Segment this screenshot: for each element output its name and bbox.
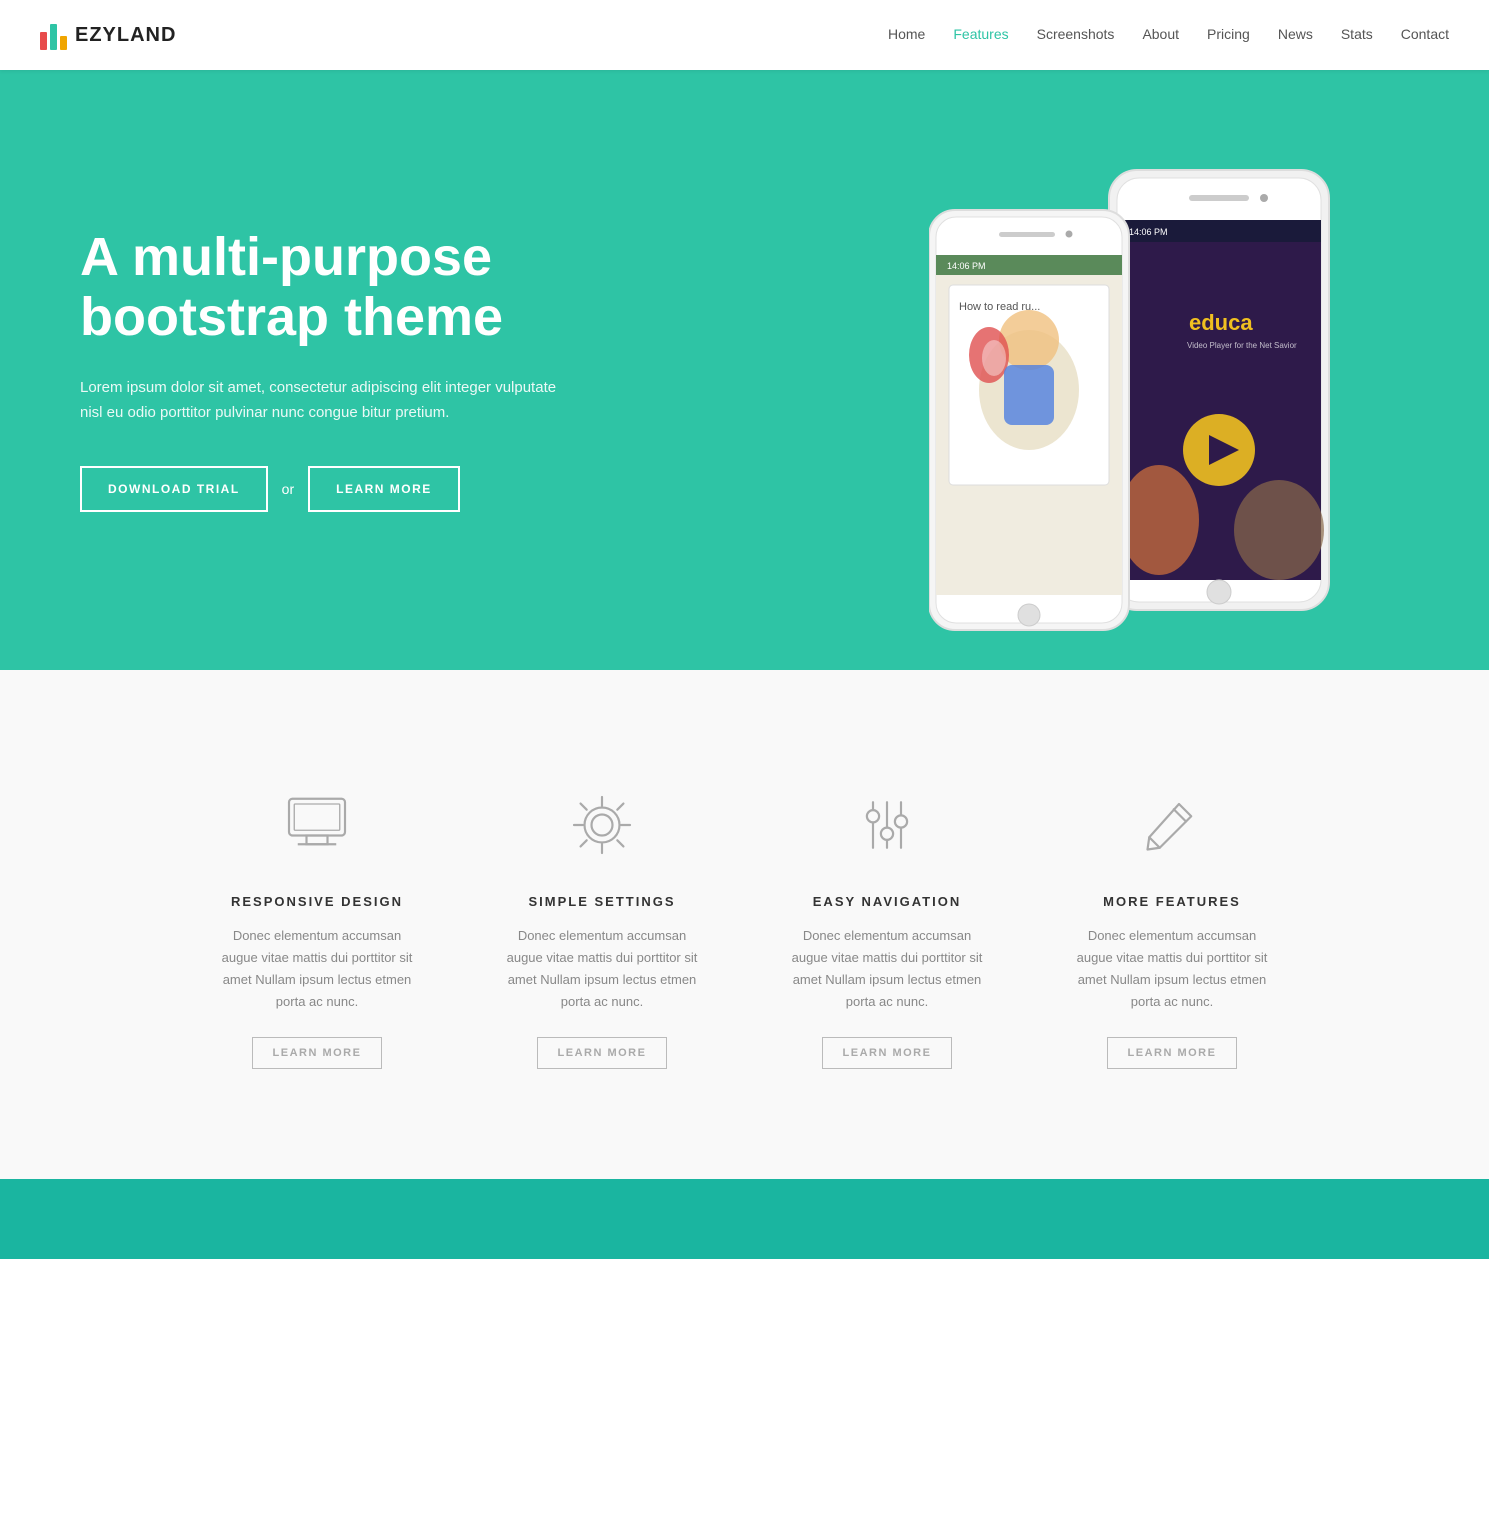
feature-card-more: MORE FEATURES Donec elementum accumsan a… [1050,760,1295,1089]
teal-bottom-strip [0,1179,1489,1259]
features-section: RESPONSIVE DESIGN Donec elementum accums… [0,670,1489,1179]
nav-link-features[interactable]: Features [953,26,1008,42]
feature-desc-navigation: Donec elementum accumsan augue vitae mat… [785,925,990,1013]
logo-bar-1 [40,32,47,50]
nav-item-screenshots[interactable]: Screenshots [1037,26,1115,44]
hero-title: A multi-purpose bootstrap theme [80,228,560,347]
nav-link-contact[interactable]: Contact [1401,26,1449,42]
svg-text:14:06 PM: 14:06 PM [947,261,986,271]
nav-link-pricing[interactable]: Pricing [1207,26,1250,42]
download-trial-button[interactable]: DOWNLOAD TRIAL [80,466,268,512]
monitor-icon [215,780,420,870]
nav-link-news[interactable]: News [1278,26,1313,42]
nav-link-stats[interactable]: Stats [1341,26,1373,42]
nav-link-about[interactable]: About [1142,26,1179,42]
nav-item-contact[interactable]: Contact [1401,26,1449,44]
feature-card-navigation: EASY NAVIGATION Donec elementum accumsan… [765,760,1010,1089]
learn-more-settings-button[interactable]: LEARN MORE [537,1037,668,1069]
nav-link-home[interactable]: Home [888,26,925,42]
nav-item-features[interactable]: Features [953,26,1008,44]
hero-or-text: or [282,481,294,497]
feature-card-settings: SIMPLE SETTINGS Donec elementum accumsan… [480,760,725,1089]
brand: EZYLAND [40,20,176,50]
feature-card-responsive: RESPONSIVE DESIGN Donec elementum accums… [195,760,440,1089]
feature-desc-responsive: Donec elementum accumsan augue vitae mat… [215,925,420,1013]
logo-bar-2 [50,24,57,50]
hero-buttons: DOWNLOAD TRIAL or LEARN MORE [80,466,560,512]
feature-title-more: MORE FEATURES [1070,894,1275,909]
brand-name: EZYLAND [75,24,176,47]
navbar: EZYLAND Home Features Screenshots About … [0,0,1489,70]
feature-desc-more: Donec elementum accumsan augue vitae mat… [1070,925,1275,1013]
svg-text:14:06 PM: 14:06 PM [1129,227,1168,237]
features-grid: RESPONSIVE DESIGN Donec elementum accums… [195,760,1295,1089]
feature-desc-settings: Donec elementum accumsan augue vitae mat… [500,925,705,1013]
learn-more-responsive-button[interactable]: LEARN MORE [252,1037,383,1069]
hero-content: A multi-purpose bootstrap theme Lorem ip… [80,228,560,572]
hero-image: 14:06 PM educa Video Player for the Net … [929,130,1409,670]
feature-title-navigation: EASY NAVIGATION [785,894,990,909]
edit-icon [1070,780,1275,870]
feature-title-settings: SIMPLE SETTINGS [500,894,705,909]
settings-icon [500,780,705,870]
logo-bar-3 [60,36,67,50]
hero-section: A multi-purpose bootstrap theme Lorem ip… [0,70,1489,670]
svg-text:educa: educa [1189,310,1253,335]
sliders-icon [785,780,990,870]
hero-description: Lorem ipsum dolor sit amet, consectetur … [80,375,560,426]
learn-more-more-button[interactable]: LEARN MORE [1107,1037,1238,1069]
learn-more-navigation-button[interactable]: LEARN MORE [822,1037,953,1069]
feature-title-responsive: RESPONSIVE DESIGN [215,894,420,909]
nav-item-about[interactable]: About [1142,26,1179,44]
nav-item-news[interactable]: News [1278,26,1313,44]
phone-mockup-svg: 14:06 PM educa Video Player for the Net … [929,150,1409,670]
nav-link-screenshots[interactable]: Screenshots [1037,26,1115,42]
nav-links: Home Features Screenshots About Pricing … [888,26,1449,44]
learn-more-hero-button[interactable]: LEARN MORE [308,466,460,512]
nav-item-home[interactable]: Home [888,26,925,44]
nav-item-pricing[interactable]: Pricing [1207,26,1250,44]
svg-text:Video Player for the Net Savio: Video Player for the Net Savior [1187,341,1297,350]
nav-item-stats[interactable]: Stats [1341,26,1373,44]
logo-icon [40,20,67,50]
